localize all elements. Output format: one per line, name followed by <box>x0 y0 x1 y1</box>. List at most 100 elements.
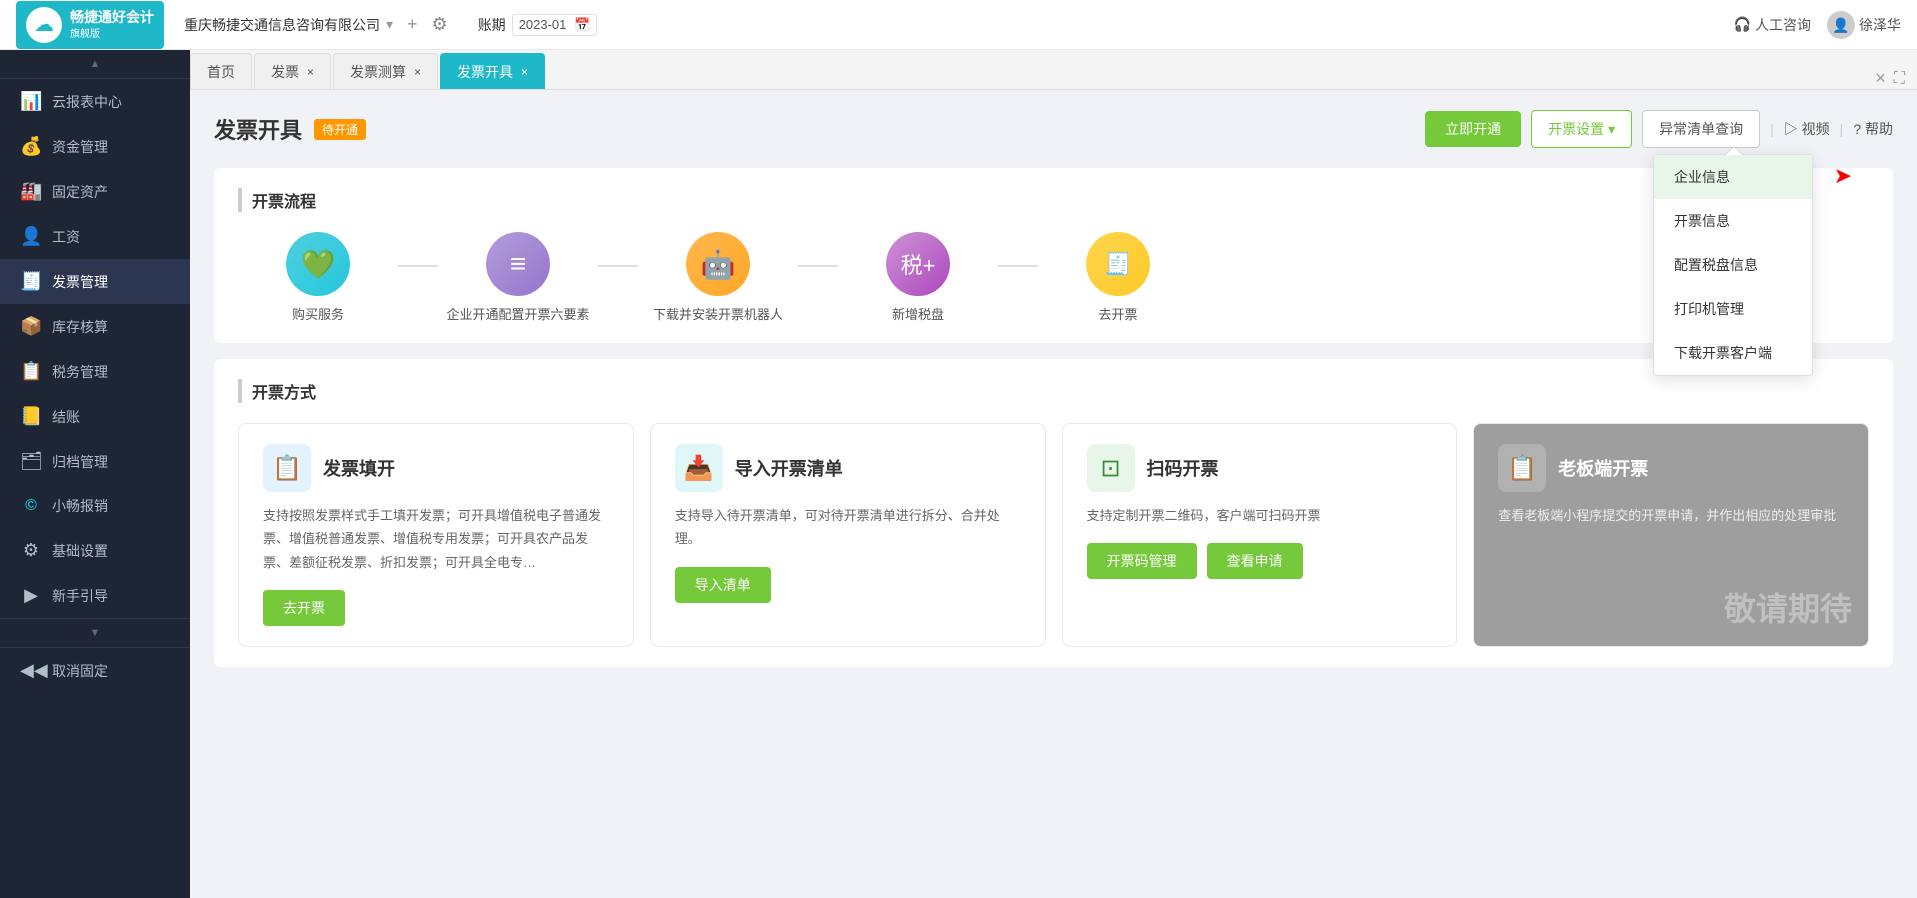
sidebar-label-gongzi: 工资 <box>52 227 80 247</box>
sidebar-item-jichushezhi[interactable]: ⚙ 基础设置 <box>0 528 190 573</box>
flow-step-config-label: 企业开通配置开票六要素 <box>446 304 589 323</box>
sidebar-label-guidang: 归档管理 <box>52 452 108 472</box>
tab-fapiaokaju-close[interactable]: × <box>521 65 528 79</box>
sidebar-scroll-up[interactable]: ▲ <box>0 50 190 79</box>
goto-invoice-btn[interactable]: 去开票 <box>263 590 345 626</box>
sidebar-item-kucun[interactable]: 📦 库存核算 <box>0 304 190 349</box>
xiaochang-icon: © <box>20 497 42 515</box>
sidebar-label-xinshouyin: 新手引导 <box>52 586 108 606</box>
help-btn[interactable]: ? 帮助 <box>1853 119 1893 139</box>
activate-btn[interactable]: 立即开通 <box>1425 111 1521 147</box>
calendar-icon: 📅 <box>574 17 590 32</box>
flow-step-robot-label: 下载并安装开票机器人 <box>653 304 783 323</box>
billing-card-import-actions: 导入清单 <box>675 567 1021 603</box>
flow-separator-3 <box>798 265 838 267</box>
dropdown-item-invoice-info[interactable]: 开票信息 <box>1654 199 1812 243</box>
user-profile[interactable]: 👤 徐泽华 <box>1827 11 1901 39</box>
tab-home[interactable]: 首页 <box>190 53 252 89</box>
sidebar-item-yunbao[interactable]: 📊 云报表中心 <box>0 79 190 124</box>
flow-step-invoice: 🧾 去开票 <box>1038 232 1198 323</box>
boss-icon-symbol: 📋 <box>1507 454 1537 483</box>
dropdown-item-company-info[interactable]: 企业信息 ➤ <box>1654 155 1812 199</box>
settings-btn[interactable]: ⚙ <box>432 14 448 35</box>
logo-main-text: 畅捷通好会计 <box>70 9 154 26</box>
sidebar-item-guidang[interactable]: 🗂 归档管理 <box>0 439 190 484</box>
flow-section: 开票流程 💚 购买服务 ≡ <box>214 168 1893 343</box>
tab-fapiao-close[interactable]: × <box>307 65 314 79</box>
xinshouyin-icon: ▶ <box>20 585 42 606</box>
billing-card-import-desc: 支持导入待开票清单，可对待开票清单进行拆分、合并处理。 <box>675 504 1021 551</box>
content-area: 首页 发票 × 发票测算 × 发票开具 × × ⛶ <box>190 50 1917 898</box>
flow-step-taxdisk-icon: 税+ <box>886 232 950 296</box>
jiezhang-icon: 📒 <box>20 406 42 427</box>
import-list-btn[interactable]: 导入清单 <box>675 567 771 603</box>
period-value: 2023-01 <box>519 17 567 32</box>
dropdown-item-printer[interactable]: 打印机管理 <box>1654 287 1812 331</box>
sidebar-label-quxiao: 取消固定 <box>52 661 108 681</box>
tab-bar-right: × ⛶ <box>1875 68 1917 89</box>
support-label: 人工咨询 <box>1755 15 1811 35</box>
sidebar-label-xiaochang: 小畅报销 <box>52 496 108 516</box>
expand-btn[interactable]: ⛶ <box>1894 70 1905 88</box>
settings-dropdown-btn[interactable]: 开票设置 ▾ <box>1531 110 1632 148</box>
logo-icon: ☁ <box>26 7 62 43</box>
sidebar-item-gongzi[interactable]: 👤 工资 <box>0 214 190 259</box>
sidebar-label-yunbao: 云报表中心 <box>52 92 122 112</box>
tax-disk-label: 配置税盘信息 <box>1674 257 1758 273</box>
tab-fapiaocesuan[interactable]: 发票测算 × <box>333 53 438 89</box>
sidebar-scroll-down[interactable]: ▼ <box>0 618 190 647</box>
billing-card-scan-actions: 开票码管理 查看申请 <box>1087 543 1433 579</box>
scan-code-manage-btn[interactable]: 开票码管理 <box>1087 543 1197 579</box>
dropdown-item-tax-disk[interactable]: 配置税盘信息 <box>1654 243 1812 287</box>
company-selector[interactable]: 重庆畅捷交通信息咨询有限公司 ▾ <box>184 15 393 35</box>
exception-btn[interactable]: 异常清单查询 <box>1642 110 1760 148</box>
settings-dropdown-menu: 企业信息 ➤ 开票信息 配置税盘信息 打印机管理 <box>1653 154 1813 376</box>
zijin-icon: 💰 <box>20 136 42 157</box>
close-all-tabs-btn[interactable]: × <box>1875 68 1886 89</box>
boss-icon-container: 📋 <box>1498 444 1546 492</box>
flow-step-robot-icon: 🤖 <box>686 232 750 296</box>
dropdown-menu-inner: 企业信息 ➤ 开票信息 配置税盘信息 打印机管理 <box>1654 155 1812 375</box>
billing-card-manual-icon: 📋 <box>263 444 311 492</box>
top-bar-right: 🎧 人工咨询 👤 徐泽华 <box>1734 11 1901 39</box>
page-title: 发票开具 <box>214 113 302 145</box>
billing-card-import-header: 📥 导入开票清单 <box>675 444 1021 492</box>
tab-bar: 首页 发票 × 发票测算 × 发票开具 × × ⛶ <box>190 50 1917 90</box>
tab-fapiaokaju[interactable]: 发票开具 × <box>440 53 545 89</box>
overlay-pending-text: 敬请期待 <box>1724 584 1852 630</box>
help-divider: | <box>1840 121 1844 137</box>
flow-step-buy: 💚 购买服务 <box>238 232 398 323</box>
video-btn[interactable]: ▷ 视频 <box>1784 119 1830 139</box>
manual-icon-symbol: 📋 <box>272 454 302 483</box>
tab-fapiao[interactable]: 发票 × <box>254 53 331 89</box>
scan-icon-symbol: ⊡ <box>1100 454 1120 483</box>
tab-fapiaocesuan-label: 发票测算 <box>350 62 406 82</box>
sidebar-item-fapiao[interactable]: 🧾 发票管理 <box>0 259 190 304</box>
sidebar-item-xiaochang[interactable]: © 小畅报销 <box>0 484 190 528</box>
add-company-btn[interactable]: + <box>407 14 418 35</box>
billing-card-manual-title: 发票填开 <box>323 455 395 481</box>
sidebar-item-jiezhang[interactable]: 📒 结账 <box>0 394 190 439</box>
tab-fapiaocesuan-close[interactable]: × <box>414 65 421 79</box>
dropdown-item-download-client[interactable]: 下载开票客户端 <box>1654 331 1812 375</box>
dropdown-arrow <box>1726 147 1742 155</box>
flow-steps: 💚 购买服务 ≡ 企业开通配置开票六要素 <box>238 232 1869 323</box>
sidebar-item-shuiwu[interactable]: 📋 税务管理 <box>0 349 190 394</box>
billing-section-title: 开票方式 <box>238 379 1869 403</box>
company-info-label: 企业信息 <box>1674 169 1730 185</box>
sidebar-item-xinshouyin[interactable]: ▶ 新手引导 <box>0 573 190 618</box>
period-selector[interactable]: 2023-01 📅 <box>512 14 598 36</box>
support-btn[interactable]: 🎧 人工咨询 <box>1734 15 1811 35</box>
flow-step-robot: 🤖 下载并安装开票机器人 <box>638 232 798 323</box>
page-title-area: 发票开具 待开通 <box>214 113 366 145</box>
flow-step-config: ≡ 企业开通配置开票六要素 <box>438 232 598 323</box>
sidebar-item-zijin[interactable]: 💰 资金管理 <box>0 124 190 169</box>
kucun-icon: 📦 <box>20 316 42 337</box>
company-dropdown-icon[interactable]: ▾ <box>386 16 393 33</box>
view-apply-btn[interactable]: 查看申请 <box>1207 543 1303 579</box>
billing-card-scan-header: ⊡ 扫码开票 <box>1087 444 1433 492</box>
jichushezhi-icon: ⚙ <box>20 540 42 561</box>
flow-step-buy-label: 购买服务 <box>292 304 344 323</box>
sidebar-item-quxiao[interactable]: ◀◀ 取消固定 <box>0 647 190 693</box>
sidebar-item-gudingzichan[interactable]: 🏭 固定资产 <box>0 169 190 214</box>
